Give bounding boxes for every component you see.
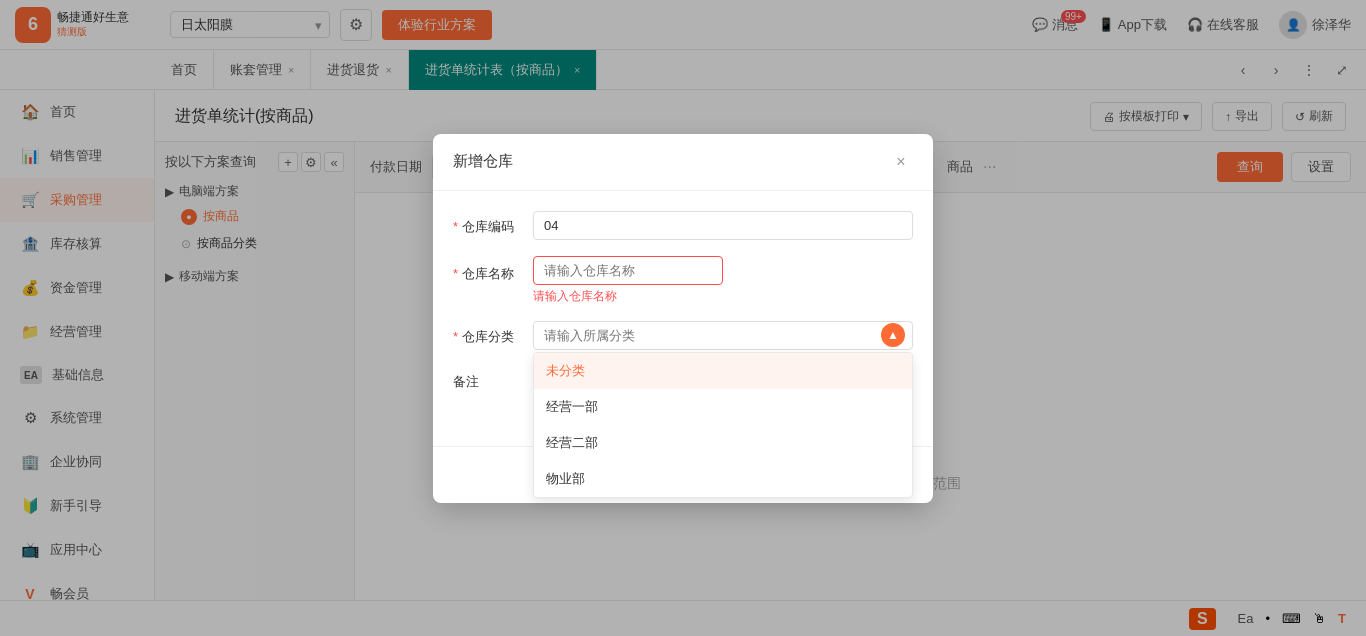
form-label-code: 仓库编码 (453, 211, 533, 236)
modal-new-warehouse: 新增仓库 × 仓库编码 仓库名称 请输入仓库名称 仓库分类 (433, 134, 933, 503)
modal-body: 仓库编码 仓库名称 请输入仓库名称 仓库分类 ▲ 未分类 (433, 191, 933, 446)
form-row-category: 仓库分类 ▲ 未分类 经营一部 经营二部 物业部 (453, 321, 913, 350)
dropdown-item-ops1[interactable]: 经营一部 (534, 389, 912, 425)
form-input-code[interactable] (533, 211, 913, 240)
form-row-code: 仓库编码 (453, 211, 913, 240)
dropdown-item-ops2[interactable]: 经营二部 (534, 425, 912, 461)
form-row-name-inner: 仓库名称 (453, 256, 723, 285)
form-label-category: 仓库分类 (453, 321, 533, 346)
form-category-arrow[interactable]: ▲ (881, 323, 905, 347)
modal-close-button[interactable]: × (889, 150, 913, 174)
form-input-category[interactable] (533, 321, 913, 350)
dropdown-item-property[interactable]: 物业部 (534, 461, 912, 497)
modal-title: 新增仓库 (453, 152, 513, 171)
modal-overlay[interactable]: 新增仓库 × 仓库编码 仓库名称 请输入仓库名称 仓库分类 (0, 0, 1366, 636)
form-name-error: 请输入仓库名称 (533, 288, 617, 305)
form-label-remark: 备注 (453, 366, 533, 391)
category-dropdown: 未分类 经营一部 经营二部 物业部 (533, 352, 913, 498)
form-input-name[interactable] (533, 256, 723, 285)
dropdown-item-uncategorized[interactable]: 未分类 (534, 353, 912, 389)
form-label-name: 仓库名称 (453, 258, 533, 283)
form-category-select-wrap: ▲ 未分类 经营一部 经营二部 物业部 (533, 321, 913, 350)
form-row-name: 仓库名称 请输入仓库名称 (453, 256, 913, 305)
modal-header: 新增仓库 × (433, 134, 933, 191)
